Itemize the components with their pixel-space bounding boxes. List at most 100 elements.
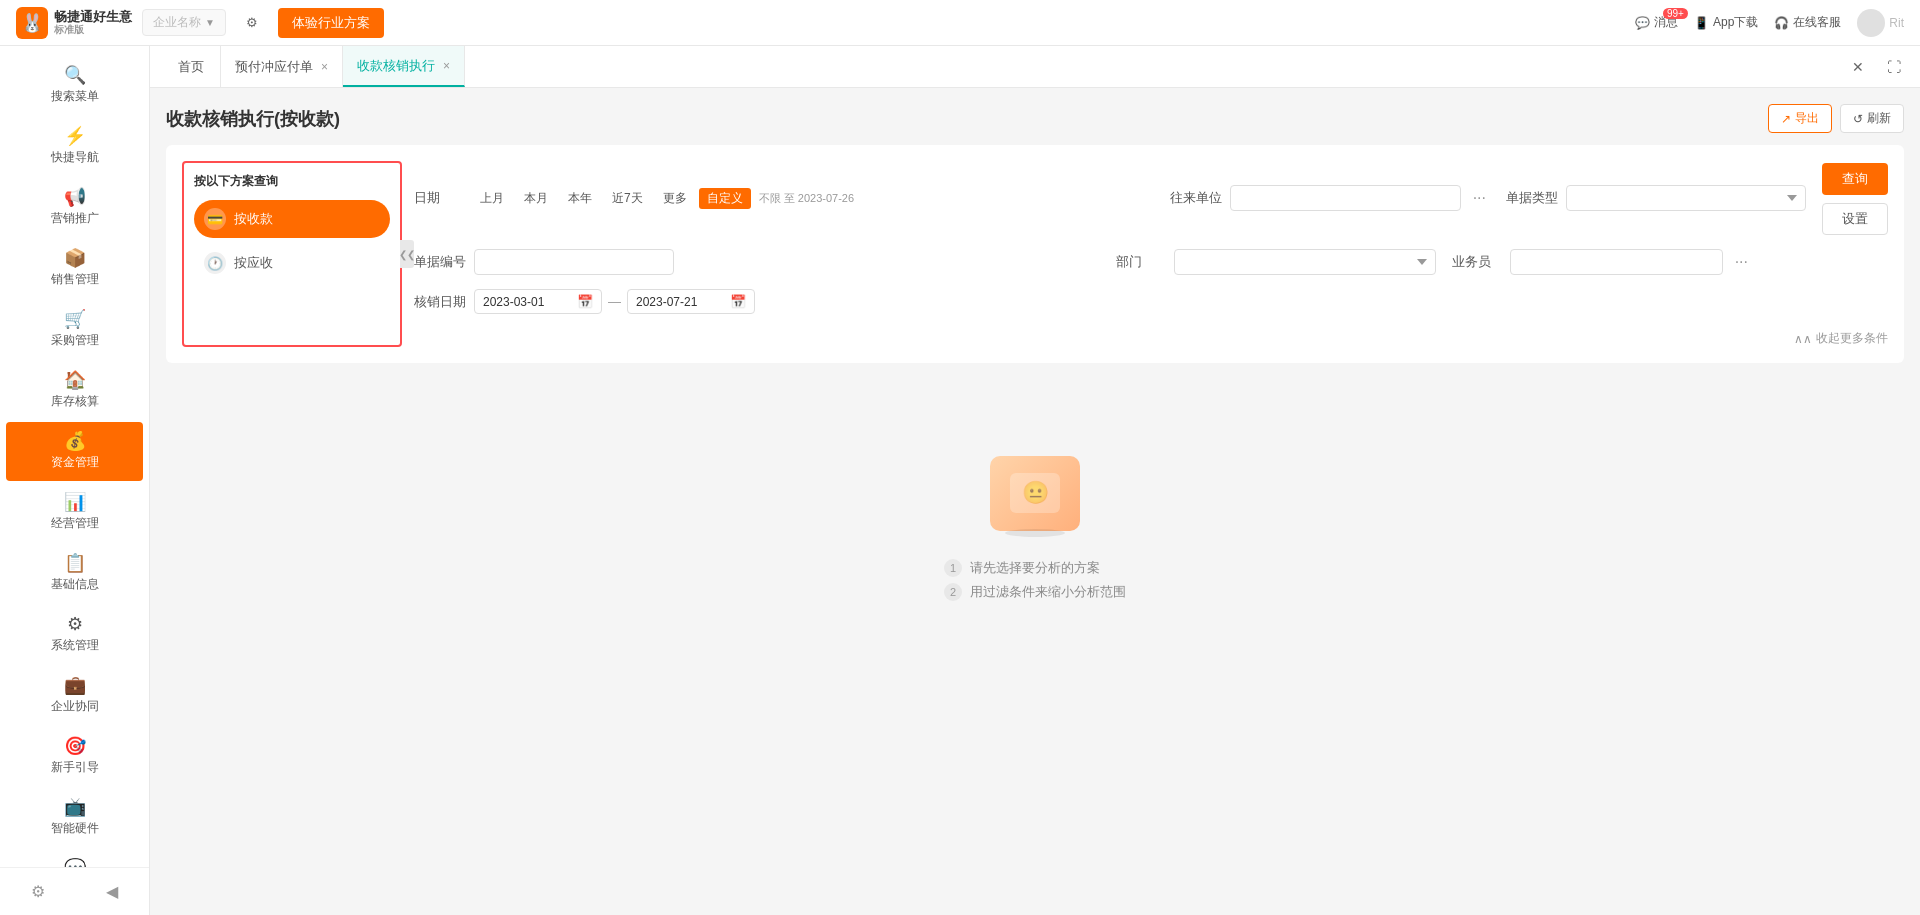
date-range-dash: — bbox=[608, 294, 621, 309]
date-custom-btn[interactable]: 自定义 bbox=[699, 188, 751, 209]
doctype-select[interactable] bbox=[1566, 185, 1806, 211]
date-more-btn[interactable]: 更多 bbox=[655, 188, 695, 209]
company-selector[interactable]: 企业名称 ▼ bbox=[142, 9, 226, 36]
filter-docnum-field: 单据编号 bbox=[414, 249, 1100, 275]
filter-row-1: 日期 上月 本月 本年 近7天 更多 自定义 不限 至 2023-07-26 bbox=[414, 161, 1888, 235]
collapse-more-btn[interactable]: ∧∧ 收起更多条件 bbox=[414, 330, 1888, 347]
guide-icon: 🎯 bbox=[64, 737, 86, 755]
docnum-input[interactable] bbox=[474, 249, 674, 275]
sidebar-settings-btn[interactable]: ⚙ bbox=[23, 878, 53, 905]
verify-date-start-input[interactable] bbox=[483, 295, 573, 309]
filter-option-by-receipt[interactable]: 💳 按收款 bbox=[194, 200, 390, 238]
logo-icon: 🐰 bbox=[16, 7, 48, 39]
dept-select[interactable] bbox=[1174, 249, 1436, 275]
date-start-wrap: 📅 bbox=[474, 289, 602, 314]
filter-option1-label: 按收款 bbox=[234, 210, 273, 228]
sales-icon: 📦 bbox=[64, 249, 86, 267]
refresh-btn[interactable]: ↺ 刷新 bbox=[1840, 104, 1904, 133]
staff-more-icon[interactable]: ··· bbox=[1731, 253, 1752, 271]
sidebar-item-marketing[interactable]: 📢 营销推广 bbox=[6, 178, 143, 237]
wechat-icon: 💬 bbox=[64, 859, 86, 867]
dept-label: 部门 bbox=[1116, 253, 1166, 271]
purchase-label: 采购管理 bbox=[51, 332, 99, 349]
sidebar-bottom: ⚙ ◀ bbox=[0, 867, 149, 915]
industry-btn[interactable]: 体验行业方案 bbox=[278, 8, 384, 38]
cal-end-icon[interactable]: 📅 bbox=[730, 294, 746, 309]
date-this-month-btn[interactable]: 本月 bbox=[516, 188, 556, 209]
export-label: 导出 bbox=[1795, 110, 1819, 127]
cal-start-icon[interactable]: 📅 bbox=[577, 294, 593, 309]
guide-label: 新手引导 bbox=[51, 759, 99, 776]
sidebar-item-purchase[interactable]: 🛒 采购管理 bbox=[6, 300, 143, 359]
sidebar-item-basic-info[interactable]: 📋 基础信息 bbox=[6, 544, 143, 603]
sidebar-item-enterprise[interactable]: 💼 企业协同 bbox=[6, 666, 143, 725]
company-name: 企业名称 bbox=[153, 14, 201, 31]
tab-bar: 首页 预付冲应付单 × 收款核销执行 × ✕ ⛶ bbox=[150, 46, 1920, 88]
tab-close-all-btn[interactable]: ✕ bbox=[1844, 53, 1872, 81]
filter-staff-field: 业务员 ··· bbox=[1452, 249, 1752, 275]
filter-dept-field: 部门 bbox=[1116, 249, 1436, 275]
user-area[interactable]: Rit bbox=[1857, 9, 1904, 37]
setting-btn[interactable]: 设置 bbox=[1822, 203, 1888, 235]
empty-face-icon: 😐 bbox=[1022, 480, 1049, 506]
empty-hints: 1 请先选择要分析的方案 2 用过滤条件来缩小分析范围 bbox=[944, 559, 1126, 601]
logo-main-text: 畅捷通好生意 bbox=[54, 9, 132, 25]
sidebar-item-capital[interactable]: 💰 资金管理 bbox=[6, 422, 143, 481]
sales-label: 销售管理 bbox=[51, 271, 99, 288]
settings-icon-btn[interactable]: ⚙ bbox=[236, 7, 268, 39]
sidebar-item-search[interactable]: 🔍 搜索菜单 bbox=[6, 56, 143, 115]
purchase-icon: 🛒 bbox=[64, 310, 86, 328]
empty-hint-1: 1 请先选择要分析的方案 bbox=[944, 559, 1126, 577]
page-header: 收款核销执行(按收款) ↗ 导出 ↺ 刷新 bbox=[166, 104, 1904, 133]
sidebar-item-system[interactable]: ⚙ 系统管理 bbox=[6, 605, 143, 664]
hint-text-1: 请先选择要分析的方案 bbox=[970, 559, 1100, 577]
verify-date-end-input[interactable] bbox=[636, 295, 726, 309]
search-menu-label: 搜索菜单 bbox=[51, 88, 99, 105]
filter-counterpart-field: 往来单位 ··· bbox=[1170, 185, 1490, 211]
tab-collection-close[interactable]: × bbox=[443, 59, 450, 73]
counterpart-input[interactable] bbox=[1230, 185, 1461, 211]
filter-row-3: 核销日期 📅 — 📅 bbox=[414, 289, 1888, 314]
export-btn[interactable]: ↗ 导出 bbox=[1768, 104, 1832, 133]
hint-num-2: 2 bbox=[944, 583, 962, 601]
sidebar-item-smart-hw[interactable]: 📺 智能硬件 bbox=[6, 788, 143, 847]
app-icon: 📱 bbox=[1694, 16, 1709, 30]
smart-hw-icon: 📺 bbox=[64, 798, 86, 816]
staff-input[interactable] bbox=[1510, 249, 1723, 275]
filter-option-by-receivable[interactable]: 🕐 按应收 bbox=[194, 244, 390, 282]
date-this-year-btn[interactable]: 本年 bbox=[560, 188, 600, 209]
counterpart-more-icon[interactable]: ··· bbox=[1469, 189, 1490, 207]
filter-date-field: 日期 上月 本月 本年 近7天 更多 自定义 不限 至 2023-07-26 bbox=[414, 188, 1154, 209]
date-last-month-btn[interactable]: 上月 bbox=[472, 188, 512, 209]
tab-prepay-close[interactable]: × bbox=[321, 60, 328, 74]
message-badge: 99+ bbox=[1663, 8, 1688, 19]
filter-collapse-btn[interactable]: ❮❮ bbox=[400, 240, 414, 268]
smart-hw-label: 智能硬件 bbox=[51, 820, 99, 837]
query-btn[interactable]: 查询 bbox=[1822, 163, 1888, 195]
sidebar-item-quick-nav[interactable]: ⚡ 快捷导航 bbox=[6, 117, 143, 176]
online-service-btn[interactable]: 🎧 在线客服 bbox=[1774, 14, 1841, 31]
receipt-icon: 💳 bbox=[204, 208, 226, 230]
marketing-label: 营销推广 bbox=[51, 210, 99, 227]
tab-home[interactable]: 首页 bbox=[162, 46, 221, 87]
date-7days-btn[interactable]: 近7天 bbox=[604, 188, 651, 209]
app-download-btn[interactable]: 📱 App下载 bbox=[1694, 14, 1758, 31]
sidebar-collapse-btn[interactable]: ◀ bbox=[98, 878, 126, 905]
sidebar-item-operations[interactable]: 📊 经营管理 bbox=[6, 483, 143, 542]
tab-prepay[interactable]: 预付冲应付单 × bbox=[221, 46, 343, 87]
message-btn[interactable]: 💬 消息 99+ bbox=[1635, 14, 1678, 31]
sidebar-item-inventory[interactable]: 🏠 库存核算 bbox=[6, 361, 143, 420]
sidebar-item-wechat[interactable]: 💬 企业微信 bbox=[6, 849, 143, 867]
empty-hint-2: 2 用过滤条件来缩小分析范围 bbox=[944, 583, 1126, 601]
sidebar-item-sales[interactable]: 📦 销售管理 bbox=[6, 239, 143, 298]
online-service-label: 在线客服 bbox=[1793, 14, 1841, 31]
empty-box-inner: 😐 bbox=[1010, 473, 1060, 513]
sidebar-items: 🔍 搜索菜单 ⚡ 快捷导航 📢 营销推广 📦 销售管理 🛒 采购管理 🏠 bbox=[0, 46, 149, 867]
tab-collection-label: 收款核销执行 bbox=[357, 57, 435, 75]
date-buttons: 上月 本月 本年 近7天 更多 自定义 bbox=[472, 188, 751, 209]
sidebar-item-guide[interactable]: 🎯 新手引导 bbox=[6, 727, 143, 786]
tab-collection[interactable]: 收款核销执行 × bbox=[343, 46, 465, 87]
tab-expand-btn[interactable]: ⛶ bbox=[1880, 53, 1908, 81]
tab-prepay-label: 预付冲应付单 bbox=[235, 58, 313, 76]
enterprise-label: 企业协同 bbox=[51, 698, 99, 715]
